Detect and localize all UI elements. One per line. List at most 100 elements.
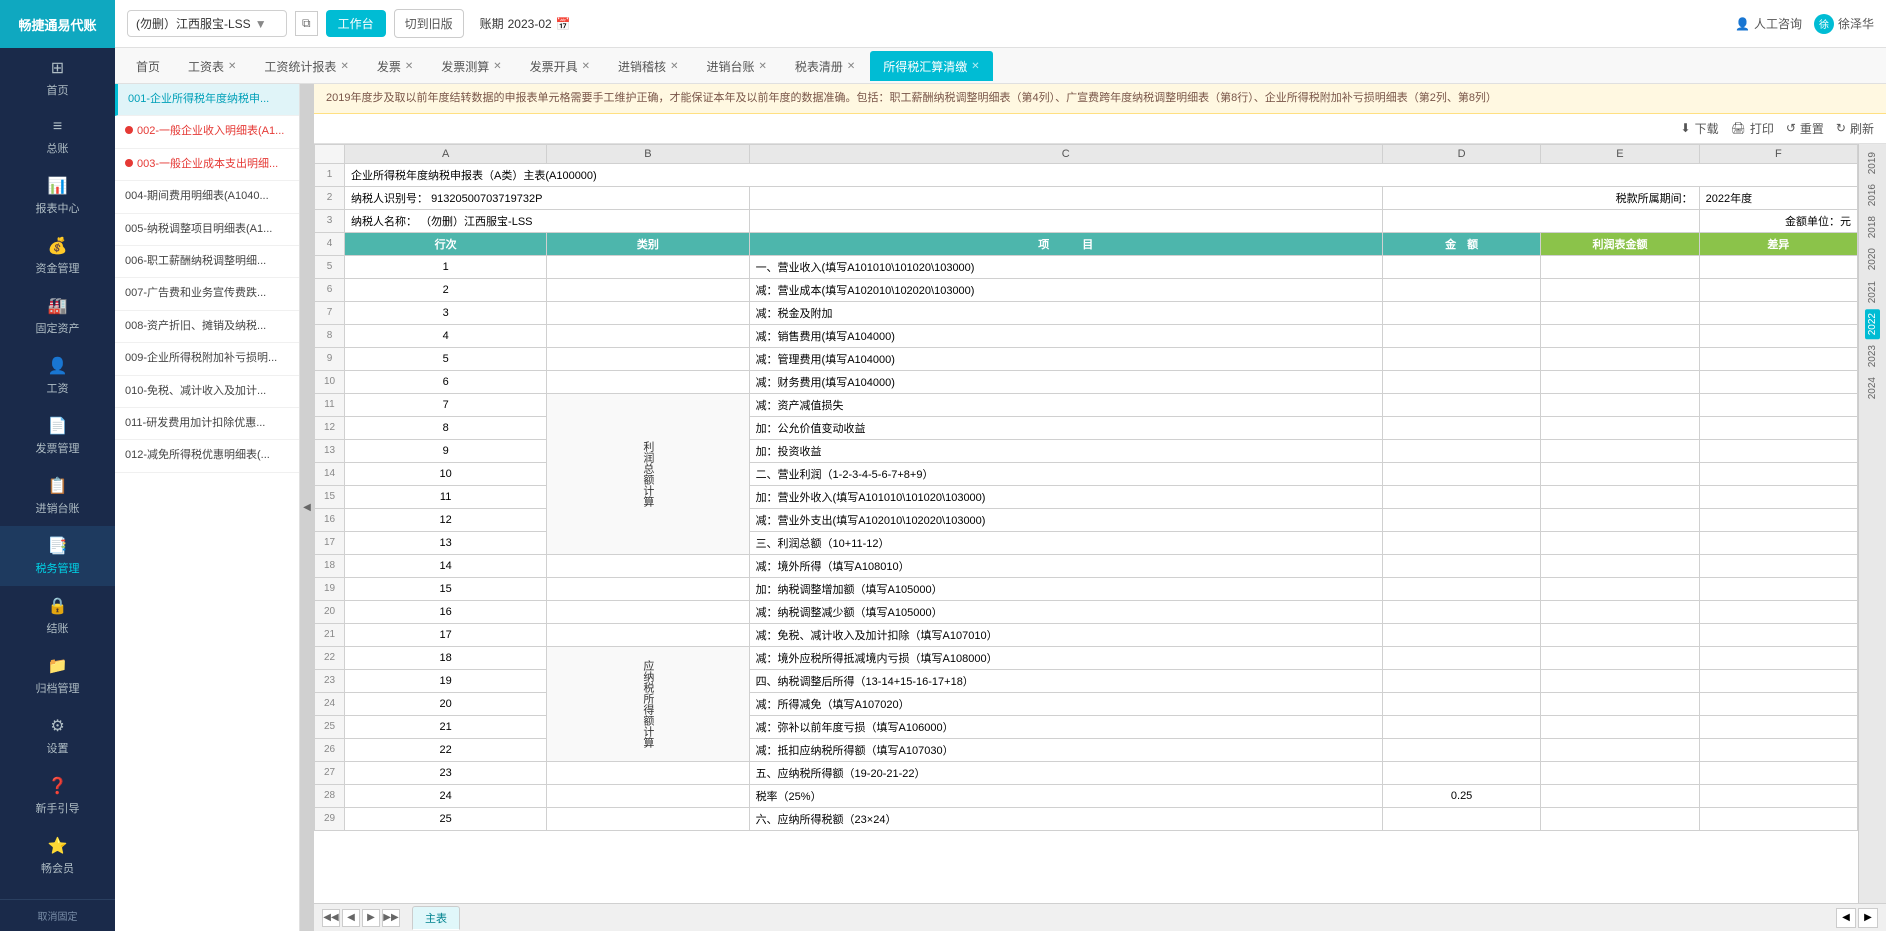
year-item-2018[interactable]: 2018 <box>1865 212 1880 242</box>
table-row: 16 12 减：营业外支出(填写A102010\102020\103000) <box>315 508 1858 531</box>
sidebar: 畅捷通易代账 ⊞ 首页 ≡ 总账 📊 报表中心 💰 资金管理 🏭 固定资产 👤 … <box>0 0 115 931</box>
close-icon[interactable]: ✕ <box>340 61 348 72</box>
spreadsheet-wrapper[interactable]: A B C D E F 1 企业所 <box>314 144 1858 904</box>
close-icon[interactable]: ✕ <box>405 61 413 72</box>
close-icon[interactable]: ✕ <box>670 61 678 72</box>
sidebar-item-ledger[interactable]: ≡ 总账 <box>0 108 115 166</box>
company-selector[interactable]: (勿删）江西服宝-LSS ▼ <box>127 10 287 37</box>
left-panel-item-012[interactable]: 012-减免所得税优惠明细表(... <box>115 440 299 472</box>
left-panel-item-008[interactable]: 008-资产折旧、摊销及纳税... <box>115 311 299 343</box>
table-row: 5 1 一、营业收入(填写A101010\101020\103000) <box>315 255 1858 278</box>
tab-home[interactable]: 首页 <box>123 51 173 81</box>
sheet-prev-button[interactable]: ◀◀ <box>322 909 340 927</box>
ai-assistant[interactable]: 👤 人工咨询 <box>1735 15 1802 32</box>
tab-sales-audit[interactable]: 进销稽核 ✕ <box>605 51 691 81</box>
table-area: A B C D E F 1 企业所 <box>314 144 1886 904</box>
user-info[interactable]: 徐 徐泽华 <box>1814 14 1874 34</box>
table-row: 28 24 税率（25%） 0.25 <box>315 784 1858 807</box>
tab-invoice-calc[interactable]: 发票测算 ✕ <box>428 51 514 81</box>
left-panel-item-006[interactable]: 006-职工薪酬纳税调整明细... <box>115 246 299 278</box>
settings-icon: ⚙ <box>50 716 64 736</box>
sidebar-item-reports[interactable]: 📊 报表中心 <box>0 166 115 226</box>
left-panel-item-003[interactable]: 003-一般企业成本支出明细... <box>115 149 299 181</box>
sidebar-item-home[interactable]: ⊞ 首页 <box>0 48 115 108</box>
refresh-button[interactable]: ↻ 刷新 <box>1836 120 1874 137</box>
tab-payroll-label: 工资表 <box>188 58 224 75</box>
left-panel-item-009[interactable]: 009-企业所得税附加补亏损明... <box>115 343 299 375</box>
close-icon[interactable]: ✕ <box>228 61 236 72</box>
sidebar-item-settings[interactable]: ⚙ 设置 <box>0 706 115 766</box>
tab-payroll[interactable]: 工资表 ✕ <box>175 51 249 81</box>
scroll-right-button[interactable]: ▶ <box>1858 908 1878 928</box>
close-icon[interactable]: ✕ <box>847 61 855 72</box>
left-panel-item-002[interactable]: 002-一般企业收入明细表(A1... <box>115 116 299 148</box>
sidebar-item-label: 畅会员 <box>41 860 74 876</box>
row-number: 2 <box>315 186 345 209</box>
year-item-2020[interactable]: 2020 <box>1865 244 1880 274</box>
sheet-tab-main[interactable]: 主表 <box>412 906 460 930</box>
sidebar-item-finance[interactable]: 💰 资金管理 <box>0 226 115 286</box>
warning-text: 2019年度步及取以前年度结转数据的申报表单元格需要手工维护正确，才能保证本年及… <box>326 92 1497 104</box>
close-icon[interactable]: ✕ <box>493 61 501 72</box>
tab-sales-audit-label: 进销稽核 <box>618 58 666 75</box>
table-row: 8 4 减：销售费用(填写A104000) <box>315 324 1858 347</box>
sheet-forward-button[interactable]: ▶ <box>362 909 380 927</box>
reset-button[interactable]: ↺ 重置 <box>1786 120 1824 137</box>
unpin-button[interactable]: 取消固定 <box>0 899 115 931</box>
toolbar: ⬇ 下载 🖨 打印 ↺ 重置 ↻ 刷新 <box>314 114 1886 144</box>
sidebar-item-tax-mgmt[interactable]: 📑 税务管理 <box>0 526 115 586</box>
sidebar-item-payroll[interactable]: 👤 工资 <box>0 346 115 406</box>
error-dot <box>125 126 133 134</box>
tab-tax-forms[interactable]: 税表清册 ✕ <box>782 51 868 81</box>
close-icon[interactable]: ✕ <box>971 61 979 72</box>
sheet-back-button[interactable]: ◀ <box>342 909 360 927</box>
period-label: 账期 <box>480 15 504 32</box>
period-info: 账期 2023-02 📅 <box>480 15 571 32</box>
scroll-left-button[interactable]: ◀ <box>1836 908 1856 928</box>
left-panel-item-005[interactable]: 005-纳税调整项目明细表(A1... <box>115 214 299 246</box>
sidebar-item-close[interactable]: 🔒 结账 <box>0 586 115 646</box>
sidebar-item-label: 税务管理 <box>36 560 80 576</box>
col-header-d: D <box>1382 144 1540 163</box>
tab-sales-ledger[interactable]: 进销台账 ✕ <box>693 51 779 81</box>
year-item-2019[interactable]: 2019 <box>1865 148 1880 178</box>
tab-payroll-stats[interactable]: 工资统计报表 ✕ <box>251 51 361 81</box>
row-number: 3 <box>315 209 345 232</box>
tax-mgmt-icon: 📑 <box>48 536 68 556</box>
oldver-button[interactable]: 切到旧版 <box>394 9 464 38</box>
header-chay: 差异 <box>1699 232 1857 255</box>
year-item-2016[interactable]: 2016 <box>1865 180 1880 210</box>
tab-income-tax[interactable]: 所得税汇算清缴 ✕ <box>870 51 992 81</box>
close-icon[interactable]: ✕ <box>582 61 590 72</box>
sidebar-item-member[interactable]: ⭐ 畅会员 <box>0 826 115 886</box>
download-button[interactable]: ⬇ 下载 <box>1681 120 1719 137</box>
sidebar-item-assets[interactable]: 🏭 固定资产 <box>0 286 115 346</box>
year-item-2022[interactable]: 2022 <box>1865 309 1880 339</box>
left-panel-item-011[interactable]: 011-研发费用加计扣除优惠... <box>115 408 299 440</box>
workbench-button[interactable]: 工作台 <box>326 10 386 37</box>
table-row: 17 13 三、利润总额（10+11-12） <box>315 531 1858 554</box>
year-sidebar: 2019 2016 2018 2020 2021 2022 2023 2024 <box>1858 144 1886 904</box>
left-panel-item-004[interactable]: 004-期间费用明细表(A1040... <box>115 181 299 213</box>
sidebar-item-archive[interactable]: 📁 归档管理 <box>0 646 115 706</box>
panel-toggle[interactable]: ◀ <box>300 84 314 931</box>
user-avatar: 徐 <box>1814 14 1834 34</box>
left-panel-item-001[interactable]: 001-企业所得税年度纳税申... <box>115 84 299 116</box>
table-row: 1 企业所得税年度纳税申报表（A类）主表(A100000) <box>315 163 1858 186</box>
close-icon[interactable]: ✕ <box>758 61 766 72</box>
sidebar-item-guide[interactable]: ❓ 新手引导 <box>0 766 115 826</box>
calendar-icon[interactable]: 📅 <box>556 17 571 31</box>
left-panel-item-010[interactable]: 010-免税、减计收入及加计... <box>115 376 299 408</box>
company-name: (勿删）江西服宝-LSS <box>136 15 251 32</box>
tab-invoice-issue[interactable]: 发票开具 ✕ <box>517 51 603 81</box>
year-item-2023[interactable]: 2023 <box>1865 341 1880 371</box>
topbar: (勿删）江西服宝-LSS ▼ ⧉ 工作台 切到旧版 账期 2023-02 📅 👤… <box>115 0 1886 48</box>
year-item-2024[interactable]: 2024 <box>1865 373 1880 403</box>
left-panel-item-007[interactable]: 007-广告费和业务宣传费跌... <box>115 278 299 310</box>
sheet-next-button[interactable]: ▶▶ <box>382 909 400 927</box>
tab-invoice[interactable]: 发票 ✕ <box>364 51 426 81</box>
sidebar-item-invoice-mgmt[interactable]: 📄 发票管理 <box>0 406 115 466</box>
print-button[interactable]: 🖨 打印 <box>1731 120 1774 137</box>
sidebar-item-sales-ledger[interactable]: 📋 进销台账 <box>0 466 115 526</box>
year-item-2021[interactable]: 2021 <box>1865 277 1880 307</box>
